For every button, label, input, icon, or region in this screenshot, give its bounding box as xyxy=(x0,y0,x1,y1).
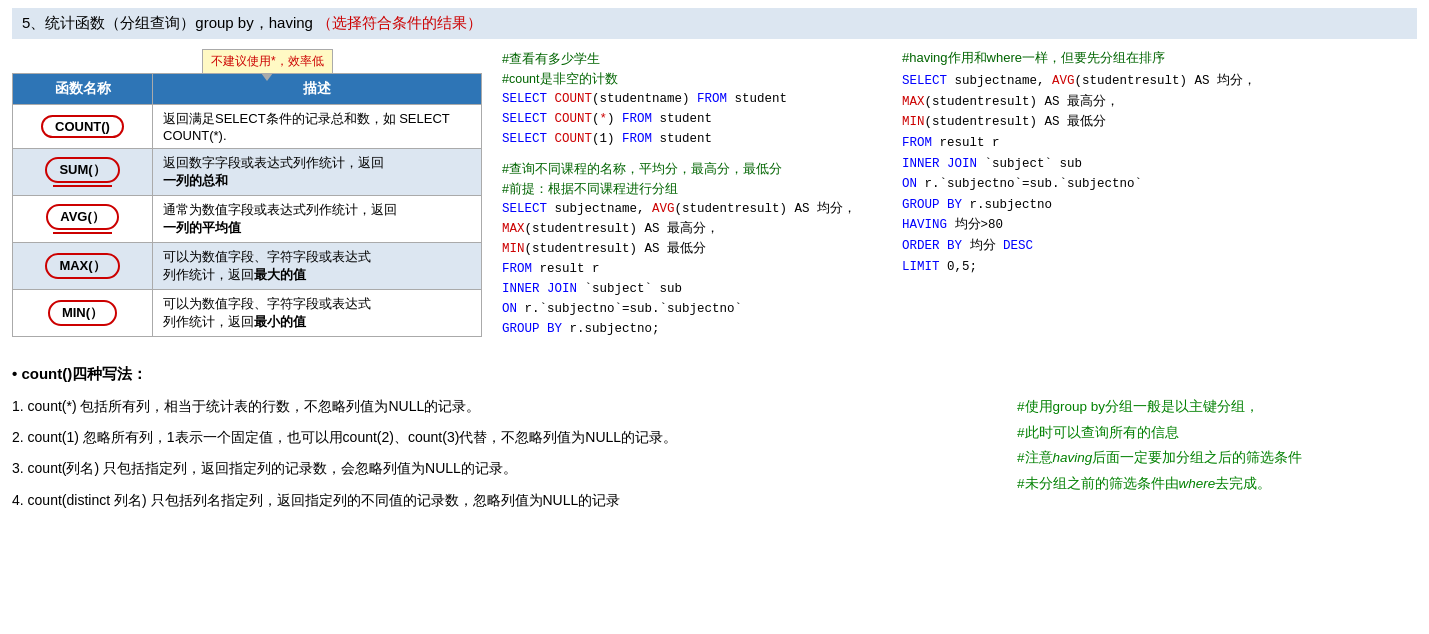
list-item-3: 4. count(distinct 列名) 只包括列名指定列，返回指定列的不同值… xyxy=(12,488,997,513)
func-oval-4: MIN(） xyxy=(48,300,117,326)
code-line-9: ON r.`subjectno`=sub.`subjectno` xyxy=(502,299,882,319)
comment-2: #count是非空的计数 xyxy=(502,69,882,89)
list-item-0: 1. count(*) 包括所有列，相当于统计表的行数，不忽略列值为NULL的记… xyxy=(12,394,997,419)
func-name-cell-3: MAX(） xyxy=(13,243,153,290)
code-line-6: MIN(studentresult) AS 最低分 xyxy=(502,239,882,259)
right-comment-0: #使用group by分组一般是以主键分组， xyxy=(1017,394,1417,420)
r-line-10: LIMIT 0,5; xyxy=(902,257,1417,278)
func-name-cell-2: AVG(） xyxy=(13,196,153,243)
list-num-0: 1. xyxy=(12,398,24,414)
col-header-desc: 描述 xyxy=(153,74,482,105)
code-line-2: SELECT COUNT(*) FROM student xyxy=(502,109,882,129)
having-code: SELECT subjectname, AVG(studentresult) A… xyxy=(902,71,1417,277)
code-line-3: SELECT COUNT(1) FROM student xyxy=(502,129,882,149)
title-highlight: （选择符合条件的结果） xyxy=(317,14,482,31)
list-num-1: 2. xyxy=(12,429,24,445)
func-name-cell-1: SUM(） xyxy=(13,149,153,196)
comment-1: #查看有多少学生 xyxy=(502,49,882,69)
right-comment-3: #未分组之前的筛选条件由where去完成。 xyxy=(1017,471,1417,497)
func-name-cell-4: MIN(） xyxy=(13,290,153,337)
left-section: 不建议使用*，效率低 函数名称 描述 COUNT() 返回满足SELECT条件的记… xyxy=(12,49,482,349)
col-header-name: 函数名称 xyxy=(13,74,153,105)
comment-3: #查询不同课程的名称，平均分，最高分，最低分 xyxy=(502,159,882,179)
r-line-2: MAX(studentresult) AS 最高分， xyxy=(902,92,1417,113)
func-desc-cell-1: 返回数字字段或表达式列作统计，返回一列的总和 xyxy=(153,149,482,196)
middle-section: #查看有多少学生 #count是非空的计数 SELECT COUNT(stude… xyxy=(502,49,882,349)
title-main: 5、统计函数（分组查询）group by，having xyxy=(22,14,313,31)
func-desc-cell-0: 返回满足SELECT条件的记录总和数，如 SELECT COUNT(*). xyxy=(153,105,482,149)
list-item-1: 2. count(1) 忽略所有列，1表示一个固定值，也可以用count(2)、… xyxy=(12,425,997,450)
r-line-8: HAVING 均分>80 xyxy=(902,215,1417,236)
r-line-4: FROM result r xyxy=(902,133,1417,154)
func-oval-0: COUNT() xyxy=(41,115,124,138)
code-line-7: FROM result r xyxy=(502,259,882,279)
main-content: 不建议使用*，效率低 函数名称 描述 COUNT() 返回满足SELECT条件的记… xyxy=(12,49,1417,349)
code-block-1: #查看有多少学生 #count是非空的计数 SELECT COUNT(stude… xyxy=(502,49,882,149)
func-name-cell-0: COUNT() xyxy=(13,105,153,149)
r-line-9: ORDER BY 均分 DESC xyxy=(902,236,1417,257)
func-oval-2: AVG(） xyxy=(46,204,119,230)
func-oval-1: SUM(） xyxy=(45,157,119,183)
function-table: 函数名称 描述 COUNT() 返回满足SELECT条件的记录总和数，如 SELE… xyxy=(12,73,482,337)
r-line-1: SELECT subjectname, AVG(studentresult) A… xyxy=(902,71,1417,92)
func-desc-cell-4: 可以为数值字段、字符字段或表达式列作统计，返回最小的值 xyxy=(153,290,482,337)
tooltip-box: 不建议使用*，效率低 xyxy=(202,49,333,74)
right-comment-1: #此时可以查询所有的信息 xyxy=(1017,420,1417,446)
func-desc-cell-2: 通常为数值字段或表达式列作统计，返回一列的平均值 xyxy=(153,196,482,243)
bottom-right: #使用group by分组一般是以主键分组，#此时可以查询所有的信息#注意hav… xyxy=(997,394,1417,519)
r-line-3: MIN(studentresult) AS 最低分 xyxy=(902,112,1417,133)
comment-4: #前提：根据不同课程进行分组 xyxy=(502,179,882,199)
title-bar: 5、统计函数（分组查询）group by，having （选择符合条件的结果） xyxy=(12,8,1417,39)
r-line-6: ON r.`subjectno`=sub.`subjectno` xyxy=(902,174,1417,195)
r-line-5: INNER JOIN `subject` sub xyxy=(902,154,1417,175)
func-desc-cell-3: 可以为数值字段、字符字段或表达式列作统计，返回最大的值 xyxy=(153,243,482,290)
count-title: • count()四种写法： xyxy=(12,365,147,382)
having-comment: #having作用和where一样，但要先分组在排序 xyxy=(902,49,1417,67)
right-comment-2: #注意having后面一定要加分组之后的筛选条件 xyxy=(1017,445,1417,471)
code-line-4: SELECT subjectname, AVG(studentresult) A… xyxy=(502,199,882,219)
code-line-8: INNER JOIN `subject` sub xyxy=(502,279,882,299)
r-line-7: GROUP BY r.subjectno xyxy=(902,195,1417,216)
func-oval-3: MAX(） xyxy=(45,253,119,279)
code-line-1: SELECT COUNT(studentname) FROM student xyxy=(502,89,882,109)
code-block-2: #查询不同课程的名称，平均分，最高分，最低分 #前提：根据不同课程进行分组 SE… xyxy=(502,159,882,339)
bottom-items: 1. count(*) 包括所有列，相当于统计表的行数，不忽略列值为NULL的记… xyxy=(12,394,1417,519)
right-section: #having作用和where一样，但要先分组在排序 SELECT subjec… xyxy=(902,49,1417,349)
code-line-5: MAX(studentresult) AS 最高分， xyxy=(502,219,882,239)
bottom-title: • count()四种写法： xyxy=(12,365,1417,384)
bottom-left: 1. count(*) 包括所有列，相当于统计表的行数，不忽略列值为NULL的记… xyxy=(12,394,997,519)
list-num-3: 4. xyxy=(12,492,24,508)
code-line-10: GROUP BY r.subjectno; xyxy=(502,319,882,339)
list-num-2: 3. xyxy=(12,460,24,476)
bottom-section: • count()四种写法： 1. count(*) 包括所有列，相当于统计表的… xyxy=(12,365,1417,519)
list-item-2: 3. count(列名) 只包括指定列，返回指定列的记录数，会忽略列值为NULL… xyxy=(12,456,997,481)
